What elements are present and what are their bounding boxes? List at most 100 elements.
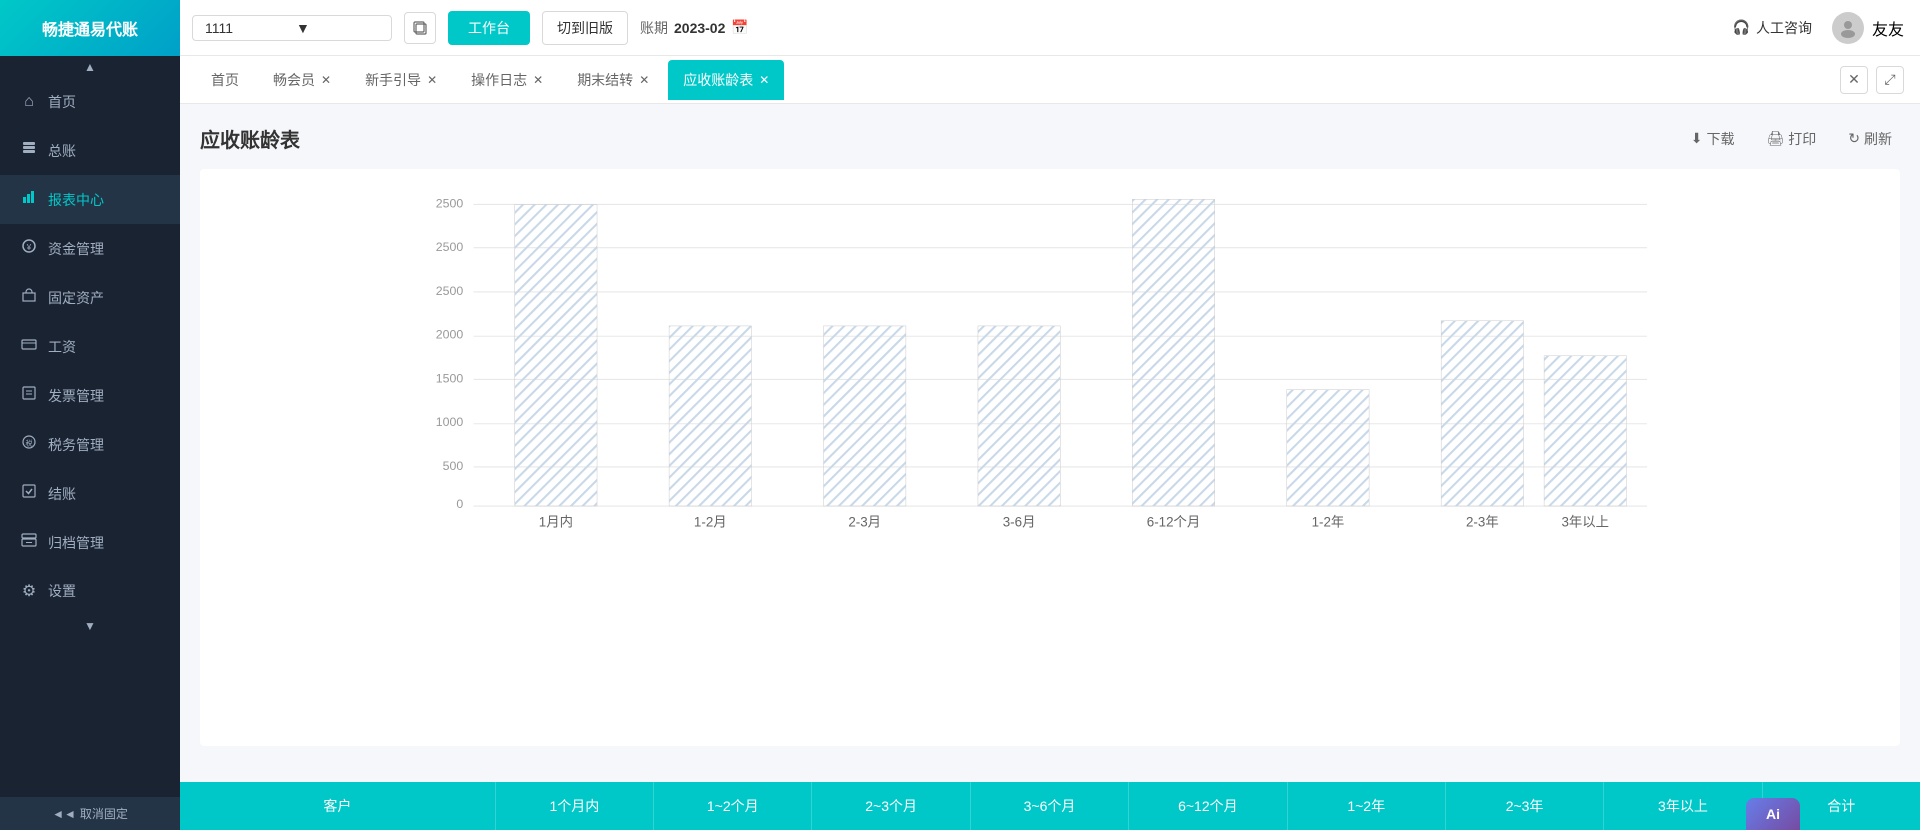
archive-icon (20, 532, 38, 553)
print-icon: 🖨 (1766, 130, 1784, 147)
page-header: 应收账龄表 ⬇ 下载 🖨 打印 ↻ 刷新 (200, 124, 1900, 153)
refresh-button[interactable]: ↻ 刷新 (1840, 125, 1900, 153)
period-value: 2023-02 (674, 20, 725, 36)
svg-text:2000: 2000 (436, 327, 464, 341)
svg-text:2-3月: 2-3月 (848, 515, 881, 530)
sidebar-item-home[interactable]: ⌂ 首页 (0, 78, 180, 126)
sidebar-item-checkout[interactable]: 结账 (0, 469, 180, 518)
tab-aging[interactable]: 应收账龄表 ✕ (668, 60, 784, 100)
consult-button[interactable]: 🎧 人工咨询 (1733, 18, 1812, 38)
ai-badge[interactable]: Ai (1746, 798, 1800, 830)
page-title: 应收账龄表 (200, 124, 300, 153)
svg-text:1-2月: 1-2月 (694, 515, 727, 530)
svg-text:3年以上: 3年以上 (1562, 515, 1610, 530)
funds-icon: ¥ (20, 238, 38, 259)
expand-tab-button[interactable]: ⤢ (1876, 66, 1904, 94)
sidebar: ▲ ⌂ 首页 总账 报表中心 ¥ 资金管理 固定资产 (0, 56, 180, 830)
chevron-down-icon: ▼ (296, 20, 379, 36)
page-actions: ⬇ 下载 🖨 打印 ↻ 刷新 (1683, 125, 1900, 153)
content-area: 首页 畅会员 ✕ 新手引导 ✕ 操作日志 ✕ 期末结转 ✕ 应收账龄表 ✕ (180, 56, 1920, 830)
bar-chart: 2500 2500 2500 2000 1500 1000 500 0 (220, 189, 1880, 539)
table-col-3-6month: 3~6个月 (971, 782, 1129, 830)
page-content: 应收账龄表 ⬇ 下载 🖨 打印 ↻ 刷新 (180, 104, 1920, 782)
tab-home[interactable]: 首页 (196, 60, 254, 100)
logo-area: 畅捷通易代账 (0, 0, 180, 56)
sidebar-label-assets: 固定资产 (48, 288, 104, 308)
sidebar-scroll-up[interactable]: ▲ (0, 56, 180, 78)
download-icon: ⬇ (1691, 130, 1703, 147)
salary-icon (20, 336, 38, 357)
table-col-1-2year: 1~2年 (1288, 782, 1446, 830)
sidebar-item-tax[interactable]: 税 税务管理 (0, 420, 180, 469)
table-col-1-2month: 1~2个月 (654, 782, 812, 830)
sidebar-label-checkout: 结账 (48, 484, 76, 504)
tab-oplog[interactable]: 操作日志 ✕ (456, 60, 558, 100)
settings-icon: ⚙ (20, 581, 38, 601)
close-tab-button[interactable]: ✕ (1840, 66, 1868, 94)
svg-text:1月内: 1月内 (539, 515, 573, 530)
table-header: 客户 1个月内 1~2个月 2~3个月 3~6个月 6~12个月 1~2年 2~… (180, 782, 1920, 830)
sidebar-item-funds[interactable]: ¥ 资金管理 (0, 224, 180, 273)
company-selector[interactable]: 1111 ▼ (192, 15, 392, 41)
chart-container: 2500 2500 2500 2000 1500 1000 500 0 (200, 169, 1900, 746)
tab-member[interactable]: 畅会员 ✕ (258, 60, 346, 100)
table-col-customer: 客户 (180, 782, 496, 830)
copy-button[interactable] (404, 12, 436, 44)
sidebar-item-archive[interactable]: 归档管理 (0, 518, 180, 567)
sidebar-scroll-down[interactable]: ▼ (0, 615, 180, 637)
sidebar-item-salary[interactable]: 工资 (0, 322, 180, 371)
svg-text:6-12个月: 6-12个月 (1147, 515, 1201, 530)
assets-icon (20, 287, 38, 308)
svg-text:2500: 2500 (436, 197, 464, 211)
user-name: 友友 (1872, 16, 1904, 40)
logo-text: 畅捷通易代账 (42, 16, 138, 40)
sidebar-item-assets[interactable]: 固定资产 (0, 273, 180, 322)
svg-text:1500: 1500 (436, 372, 464, 386)
table-col-6-12month: 6~12个月 (1129, 782, 1287, 830)
tab-guide[interactable]: 新手引导 ✕ (350, 60, 452, 100)
print-button[interactable]: 🖨 打印 (1758, 125, 1824, 153)
period-label: 账期 (640, 18, 668, 38)
download-button[interactable]: ⬇ 下载 (1683, 125, 1743, 153)
sidebar-item-settings[interactable]: ⚙ 设置 (0, 567, 180, 615)
sidebar-label-archive: 归档管理 (48, 533, 104, 553)
tab-close-aging[interactable]: ✕ (759, 74, 769, 86)
table-col-1month: 1个月内 (496, 782, 654, 830)
sidebar-label-invoice: 发票管理 (48, 386, 104, 406)
tab-close-member[interactable]: ✕ (321, 74, 331, 86)
headphone-icon: 🎧 (1733, 19, 1750, 36)
tab-period-end[interactable]: 期末结转 ✕ (562, 60, 664, 100)
tax-icon: 税 (20, 434, 38, 455)
sidebar-label-salary: 工资 (48, 337, 76, 357)
table-col-2-3month: 2~3个月 (812, 782, 970, 830)
sidebar-label-home: 首页 (48, 92, 76, 112)
tab-close-guide[interactable]: ✕ (427, 74, 437, 86)
svg-text:500: 500 (443, 459, 464, 473)
user-avatar (1832, 12, 1864, 44)
table-col-2-3year: 2~3年 (1446, 782, 1604, 830)
user-area[interactable]: 友友 (1832, 12, 1904, 44)
checkout-icon (20, 483, 38, 504)
sidebar-label-settings: 设置 (48, 581, 76, 601)
tabs-actions: ✕ ⤢ (1840, 66, 1904, 94)
sidebar-label-funds: 资金管理 (48, 239, 104, 259)
tabs-bar: 首页 畅会员 ✕ 新手引导 ✕ 操作日志 ✕ 期末结转 ✕ 应收账龄表 ✕ (180, 56, 1920, 104)
main-layout: ▲ ⌂ 首页 总账 报表中心 ¥ 资金管理 固定资产 (0, 56, 1920, 830)
ledger-icon (20, 140, 38, 161)
sidebar-item-ledger[interactable]: 总账 (0, 126, 180, 175)
switch-version-button[interactable]: 切到旧版 (542, 11, 628, 45)
svg-text:¥: ¥ (26, 243, 32, 252)
workbench-button[interactable]: 工作台 (448, 11, 530, 45)
calendar-icon[interactable]: 📅 (731, 19, 748, 36)
copy-icon (412, 20, 428, 36)
svg-text:1000: 1000 (436, 415, 464, 429)
pin-icon: ◄◄ (52, 807, 76, 821)
svg-text:税: 税 (26, 439, 33, 448)
tab-close-period-end[interactable]: ✕ (639, 74, 649, 86)
cancel-pin-button[interactable]: ◄◄ 取消固定 (0, 797, 180, 830)
sidebar-item-invoice[interactable]: 发票管理 (0, 371, 180, 420)
sidebar-item-reports[interactable]: 报表中心 (0, 175, 180, 224)
tab-close-oplog[interactable]: ✕ (533, 74, 543, 86)
sidebar-label-reports: 报表中心 (48, 190, 104, 210)
svg-text:1-2年: 1-2年 (1312, 515, 1345, 530)
